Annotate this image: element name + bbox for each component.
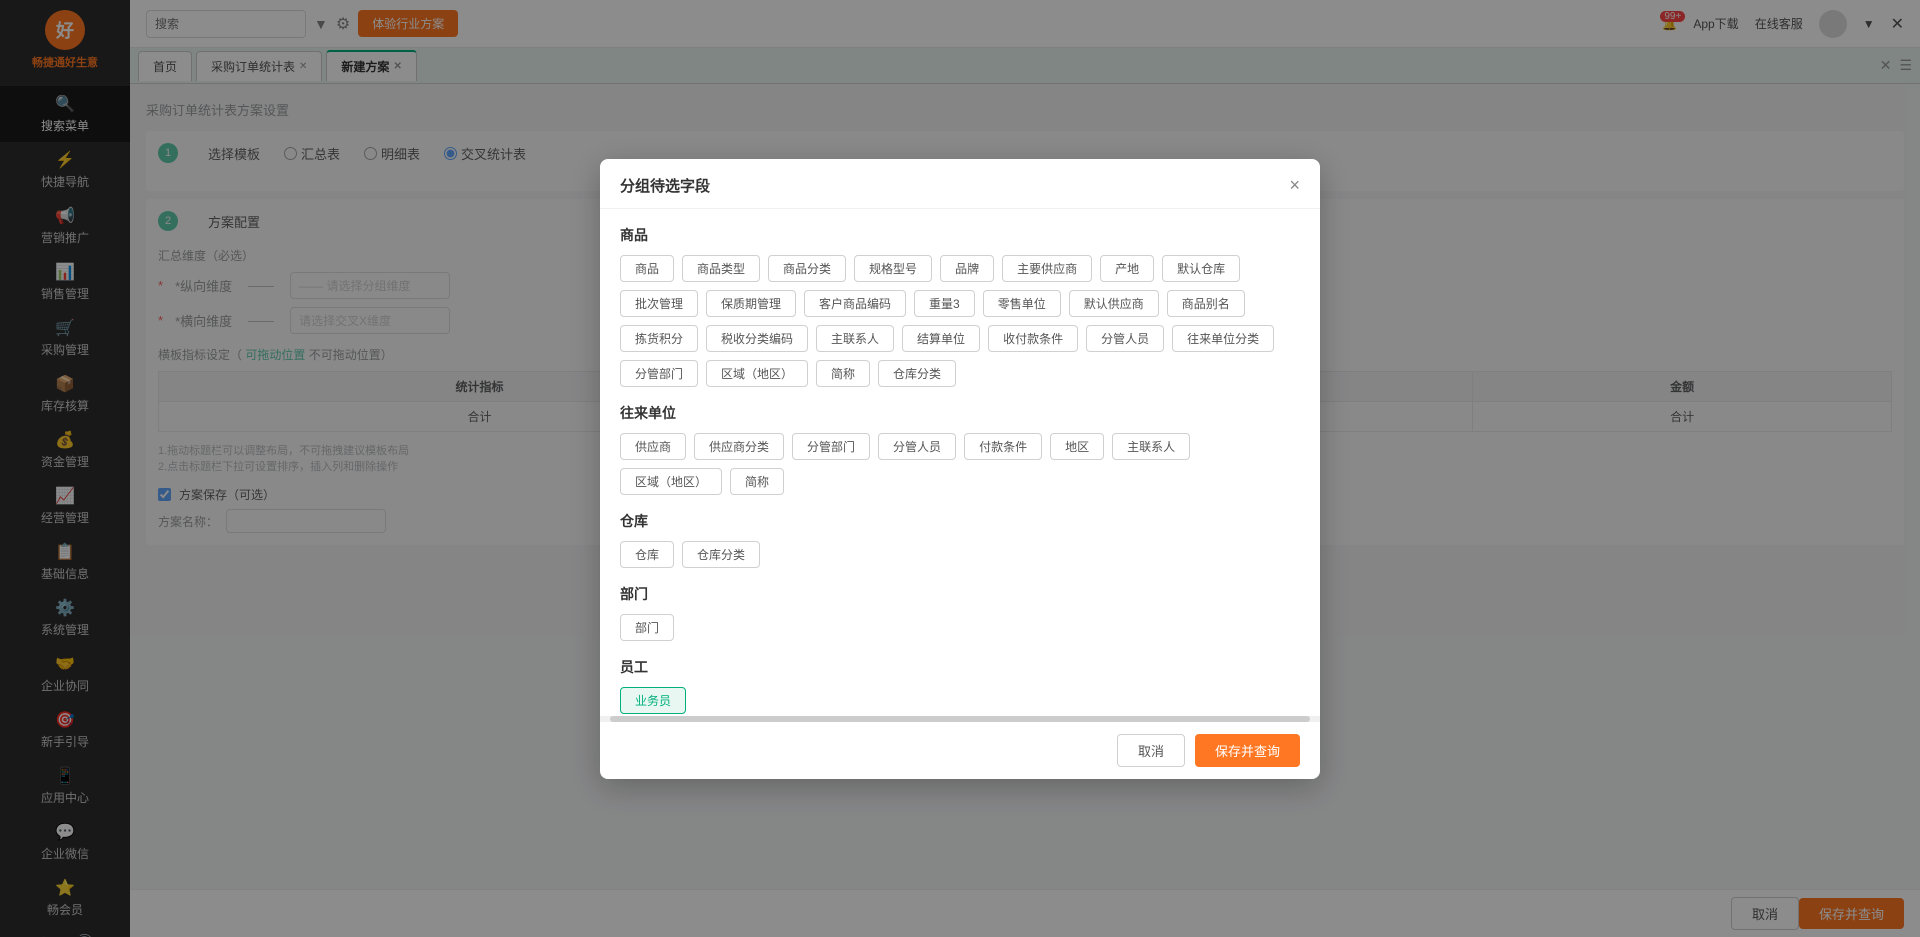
field-tag[interactable]: 分管部门 (620, 360, 698, 387)
field-tag[interactable]: 供应商分类 (694, 433, 784, 460)
field-tag[interactable]: 仓库分类 (878, 360, 956, 387)
field-tag[interactable]: 主要供应商 (1002, 255, 1092, 282)
dialog-confirm-btn[interactable]: 保存并查询 (1195, 734, 1300, 767)
field-tag[interactable]: 零售单位 (983, 290, 1061, 317)
field-tag[interactable]: 保质期管理 (706, 290, 796, 317)
field-tag[interactable]: 区域（地区） (620, 468, 722, 495)
tag-grid-partners: 供应商 供应商分类 分管部门 分管人员 付款条件 地区 主联系人 区域（地区） … (620, 433, 1300, 495)
tag-grid-warehouse: 仓库 仓库分类 (620, 541, 1300, 568)
field-tag[interactable]: 主联系人 (1112, 433, 1190, 460)
field-tag[interactable]: 批次管理 (620, 290, 698, 317)
field-tag[interactable]: 重量3 (914, 290, 975, 317)
field-tag[interactable]: 区域（地区） (706, 360, 808, 387)
field-tag[interactable]: 分管人员 (878, 433, 956, 460)
field-tag[interactable]: 部门 (620, 614, 674, 641)
field-tag[interactable]: 仓库分类 (682, 541, 760, 568)
tag-grid-department: 部门 (620, 614, 1300, 641)
field-tag[interactable]: 付款条件 (964, 433, 1042, 460)
dialog-body: 商品 商品 商品类型 商品分类 规格型号 品牌 主要供应商 产地 默认仓库 批次… (600, 209, 1320, 716)
dialog-title: 分组待选字段 (620, 175, 710, 196)
dialog-footer: 取消 保存并查询 (600, 721, 1320, 779)
dialog-close-btn[interactable]: × (1289, 176, 1300, 194)
dialog-cancel-btn[interactable]: 取消 (1117, 734, 1185, 767)
section-title-department: 部门 (620, 584, 1300, 604)
field-tag[interactable]: 商品分类 (768, 255, 846, 282)
field-tag[interactable]: 收付款条件 (988, 325, 1078, 352)
tag-grid-employee: 业务员 (620, 687, 1300, 714)
horizontal-scrollbar[interactable] (600, 716, 1320, 721)
field-tag[interactable]: 简称 (816, 360, 870, 387)
field-tag[interactable]: 产地 (1100, 255, 1154, 282)
field-tag-employee-active[interactable]: 业务员 (620, 687, 686, 714)
dialog: 分组待选字段 × 商品 商品 商品类型 商品分类 规格型号 品牌 主要供应商 产… (600, 159, 1320, 779)
section-title-partners: 往来单位 (620, 403, 1300, 423)
tag-grid-goods: 商品 商品类型 商品分类 规格型号 品牌 主要供应商 产地 默认仓库 批次管理 … (620, 255, 1300, 387)
field-tag[interactable]: 商品别名 (1167, 290, 1245, 317)
field-tag[interactable]: 主联系人 (816, 325, 894, 352)
field-tag[interactable]: 地区 (1050, 433, 1104, 460)
field-tag[interactable]: 规格型号 (854, 255, 932, 282)
field-tag[interactable]: 税收分类编码 (706, 325, 808, 352)
field-tag[interactable]: 商品类型 (682, 255, 760, 282)
modal-overlay: 分组待选字段 × 商品 商品 商品类型 商品分类 规格型号 品牌 主要供应商 产… (0, 0, 1920, 937)
field-tag[interactable]: 分管人员 (1086, 325, 1164, 352)
field-tag[interactable]: 分管部门 (792, 433, 870, 460)
section-title-goods: 商品 (620, 225, 1300, 245)
field-tag[interactable]: 默认供应商 (1069, 290, 1159, 317)
field-tag[interactable]: 客户商品编码 (804, 290, 906, 317)
section-title-employee: 员工 (620, 657, 1300, 677)
field-tag[interactable]: 供应商 (620, 433, 686, 460)
field-tag[interactable]: 默认仓库 (1162, 255, 1240, 282)
section-title-warehouse: 仓库 (620, 511, 1300, 531)
field-tag[interactable]: 品牌 (940, 255, 994, 282)
field-tag[interactable]: 简称 (730, 468, 784, 495)
field-tag[interactable]: 拣货积分 (620, 325, 698, 352)
field-tag[interactable]: 商品 (620, 255, 674, 282)
dialog-header: 分组待选字段 × (600, 159, 1320, 209)
field-tag[interactable]: 仓库 (620, 541, 674, 568)
field-tag[interactable]: 往来单位分类 (1172, 325, 1274, 352)
field-tag[interactable]: 结算单位 (902, 325, 980, 352)
